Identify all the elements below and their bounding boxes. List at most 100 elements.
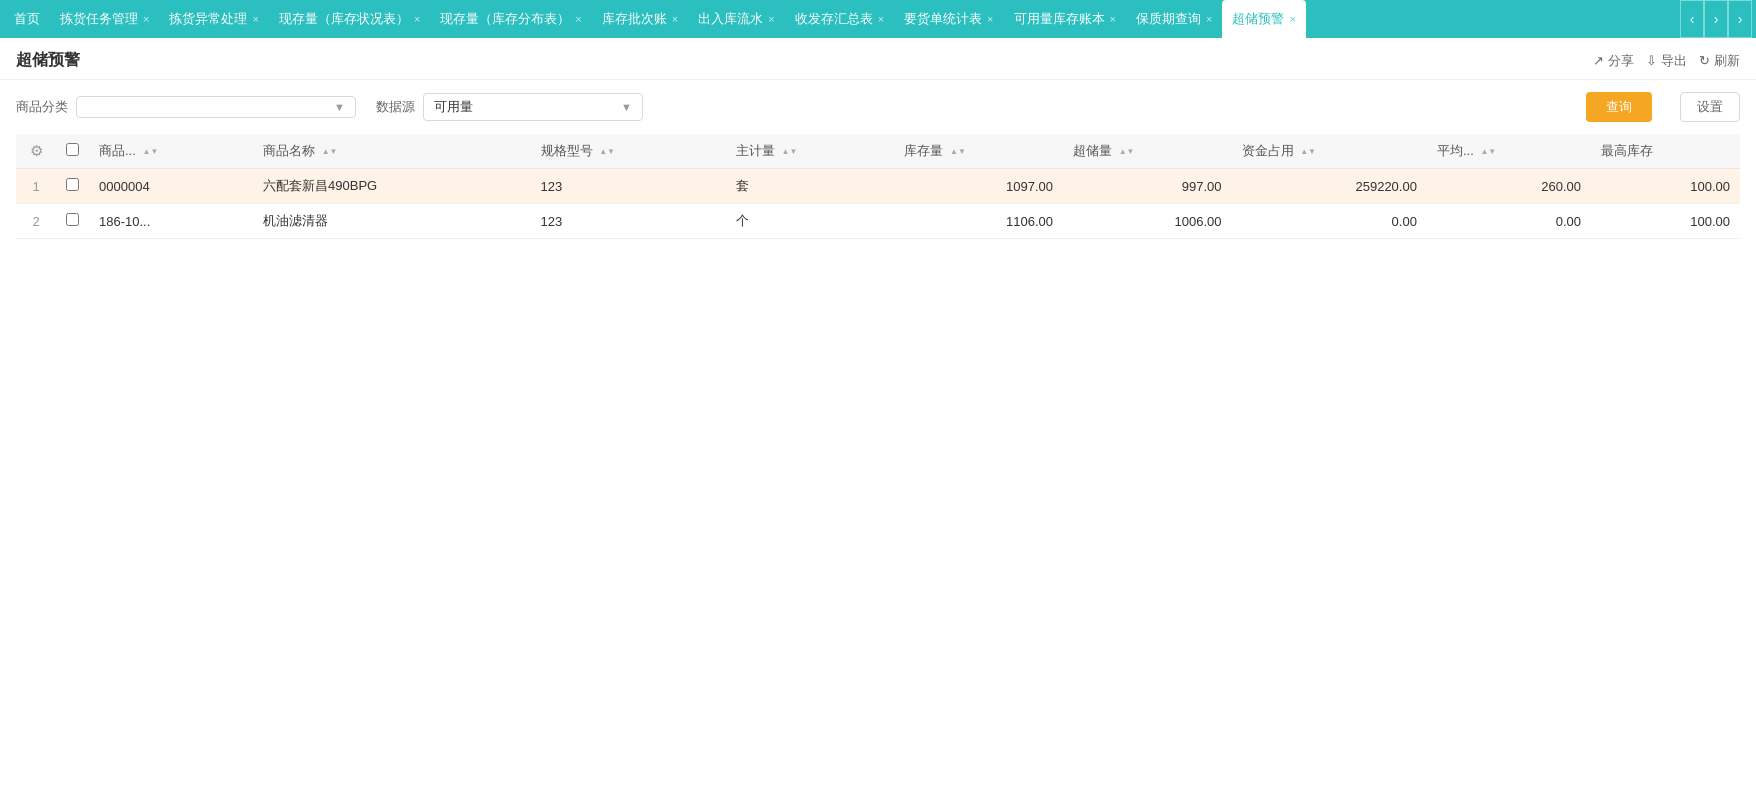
row-number: 1 <box>16 169 56 204</box>
datasource-label: 数据源 <box>376 98 415 116</box>
refresh-icon: ↻ <box>1699 53 1710 68</box>
page-title: 超储预警 <box>16 50 80 71</box>
spec-cell: 123 <box>531 204 726 239</box>
nav-summary[interactable]: 收发存汇总表 × <box>785 0 894 38</box>
nav-next-arrow[interactable]: › <box>1704 0 1728 38</box>
nav-overstock[interactable]: 超储预警 × <box>1222 0 1305 38</box>
nav-exception[interactable]: 拣货异常处理 × <box>159 0 268 38</box>
close-icon[interactable]: × <box>1110 13 1116 25</box>
nav-stock-status[interactable]: 现存量（库存状况表） × <box>269 0 430 38</box>
export-button[interactable]: ⇩ 导出 <box>1646 52 1687 70</box>
row-number: 2 <box>16 204 56 239</box>
page-header: 超储预警 ↗ 分享 ⇩ 导出 ↻ 刷新 <box>0 38 1756 80</box>
chevron-down-icon: ▼ <box>334 101 345 113</box>
sort-icon[interactable]: ▲▼ <box>1119 148 1135 156</box>
unit-cell: 套 <box>726 169 895 204</box>
select-all-checkbox[interactable] <box>66 143 79 156</box>
unit-header: 主计量 ▲▼ <box>726 134 895 169</box>
product-code-cell: 0000004 <box>89 169 253 204</box>
close-icon[interactable]: × <box>878 13 884 25</box>
top-navigation: 首页 拣货任务管理 × 拣货异常处理 × 现存量（库存状况表） × 现存量（库存… <box>0 0 1756 38</box>
checkbox-column-header <box>56 134 89 169</box>
settings-button[interactable]: 设置 <box>1680 92 1740 122</box>
sort-icon[interactable]: ▲▼ <box>142 148 158 156</box>
row-checkbox[interactable] <box>66 213 79 226</box>
category-select[interactable]: ▼ <box>76 96 356 118</box>
stock-cell: 1106.00 <box>894 204 1063 239</box>
share-icon: ↗ <box>1593 53 1604 68</box>
overstock-cell: 1006.00 <box>1063 204 1232 239</box>
close-icon[interactable]: × <box>143 13 149 25</box>
product-name-header: 商品名称 ▲▼ <box>253 134 531 169</box>
nav-task-mgmt[interactable]: 拣货任务管理 × <box>50 0 159 38</box>
capital-cell: 0.00 <box>1232 204 1427 239</box>
capital-cell: 259220.00 <box>1232 169 1427 204</box>
close-icon[interactable]: × <box>768 13 774 25</box>
nav-demand-stats[interactable]: 要货单统计表 × <box>894 0 1003 38</box>
nav-scroll-arrows: ‹ › › <box>1680 0 1752 38</box>
table-row: 2 186-10... 机油滤清器 123 个 1106.00 1006.00 … <box>16 204 1740 239</box>
max-stock-cell: 100.00 <box>1591 169 1740 204</box>
chevron-down-icon: ▼ <box>621 101 632 113</box>
spec-cell: 123 <box>531 169 726 204</box>
row-checkbox[interactable] <box>66 178 79 191</box>
avg-cell: 260.00 <box>1427 169 1591 204</box>
close-icon[interactable]: × <box>414 13 420 25</box>
filter-row: 商品分类 ▼ 数据源 可用量 ▼ 查询 设置 <box>0 80 1756 134</box>
datasource-select-value: 可用量 <box>434 98 473 116</box>
datasource-filter-group: 数据源 可用量 ▼ <box>376 93 643 121</box>
sort-icon[interactable]: ▲▼ <box>322 148 338 156</box>
close-icon[interactable]: × <box>672 13 678 25</box>
avg-cell: 0.00 <box>1427 204 1591 239</box>
nav-avail-stock[interactable]: 可用量库存账本 × <box>1004 0 1126 38</box>
overstock-header: 超储量 ▲▼ <box>1063 134 1232 169</box>
refresh-button[interactable]: ↻ 刷新 <box>1699 52 1740 70</box>
max-stock-cell: 100.00 <box>1591 204 1740 239</box>
nav-quality[interactable]: 保质期查询 × <box>1126 0 1222 38</box>
table-header-row: ⚙ 商品... ▲▼ 商品名称 ▲▼ 规格型号 ▲▼ <box>16 134 1740 169</box>
sort-icon[interactable]: ▲▼ <box>950 148 966 156</box>
close-icon[interactable]: × <box>1289 13 1295 25</box>
query-button[interactable]: 查询 <box>1586 92 1652 122</box>
category-filter-group: 商品分类 ▼ <box>16 96 356 118</box>
datasource-select[interactable]: 可用量 ▼ <box>423 93 643 121</box>
sort-icon[interactable]: ▲▼ <box>599 148 615 156</box>
nav-prev-arrow[interactable]: ‹ <box>1680 0 1704 38</box>
spec-header: 规格型号 ▲▼ <box>531 134 726 169</box>
unit-cell: 个 <box>726 204 895 239</box>
header-actions: ↗ 分享 ⇩ 导出 ↻ 刷新 <box>1593 52 1740 70</box>
product-code-header: 商品... ▲▼ <box>89 134 253 169</box>
row-checkbox-cell <box>56 204 89 239</box>
nav-batch-account[interactable]: 库存批次账 × <box>592 0 688 38</box>
avg-header: 平均... ▲▼ <box>1427 134 1591 169</box>
category-label: 商品分类 <box>16 98 68 116</box>
sort-icon[interactable]: ▲▼ <box>1480 148 1496 156</box>
product-name-cell: 六配套新昌490BPG <box>253 169 531 204</box>
overstock-table: ⚙ 商品... ▲▼ 商品名称 ▲▼ 规格型号 ▲▼ <box>16 134 1740 239</box>
main-content: 超储预警 ↗ 分享 ⇩ 导出 ↻ 刷新 商品分类 ▼ 数据源 <box>0 38 1756 800</box>
close-icon[interactable]: × <box>252 13 258 25</box>
share-button[interactable]: ↗ 分享 <box>1593 52 1634 70</box>
sort-icon[interactable]: ▲▼ <box>782 148 798 156</box>
nav-stock-dist[interactable]: 现存量（库存分布表） × <box>430 0 591 38</box>
nav-home[interactable]: 首页 <box>4 0 50 38</box>
row-checkbox-cell <box>56 169 89 204</box>
sort-icon[interactable]: ▲▼ <box>1300 148 1316 156</box>
table-row: 1 0000004 六配套新昌490BPG 123 套 1097.00 997.… <box>16 169 1740 204</box>
table-container: ⚙ 商品... ▲▼ 商品名称 ▲▼ 规格型号 ▲▼ <box>0 134 1756 239</box>
stock-cell: 1097.00 <box>894 169 1063 204</box>
export-icon: ⇩ <box>1646 53 1657 68</box>
stock-header: 库存量 ▲▼ <box>894 134 1063 169</box>
product-name-cell: 机油滤清器 <box>253 204 531 239</box>
max-stock-header: 最高库存 <box>1591 134 1740 169</box>
close-icon[interactable]: × <box>1206 13 1212 25</box>
capital-header: 资金占用 ▲▼ <box>1232 134 1427 169</box>
product-code-cell: 186-10... <box>89 204 253 239</box>
close-icon[interactable]: × <box>575 13 581 25</box>
gear-column-header: ⚙ <box>16 134 56 169</box>
gear-icon[interactable]: ⚙ <box>26 142 46 160</box>
nav-more-arrow[interactable]: › <box>1728 0 1752 38</box>
close-icon[interactable]: × <box>987 13 993 25</box>
nav-flow[interactable]: 出入库流水 × <box>688 0 784 38</box>
overstock-cell: 997.00 <box>1063 169 1232 204</box>
